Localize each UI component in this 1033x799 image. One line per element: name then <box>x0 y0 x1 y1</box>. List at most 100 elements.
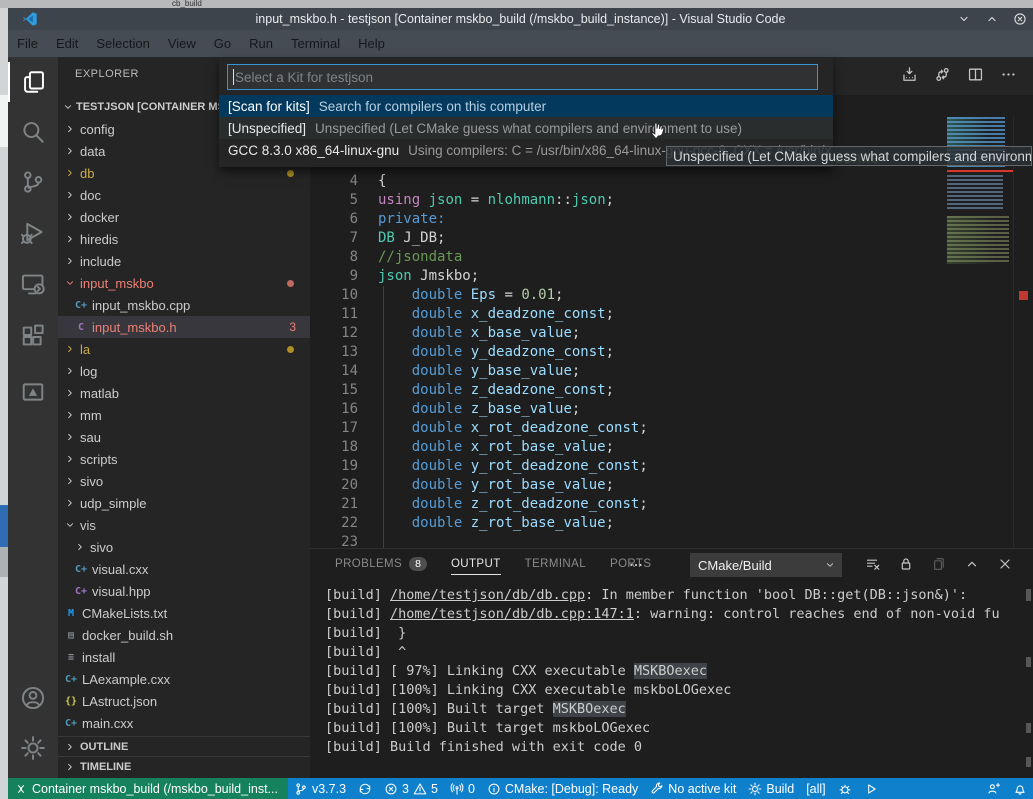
tree-file-input_mskbo.h[interactable]: Cinput_mskbo.h 3 <box>58 316 310 338</box>
tree-folder-udp_simple[interactable]: udp_simple <box>58 492 310 514</box>
minimize-button[interactable] <box>957 12 971 26</box>
more-panel-tabs-icon[interactable] <box>628 557 644 573</box>
status-remote-indicator[interactable]: Container mskbo_build (/mskbo_build_inst… <box>8 778 288 799</box>
code-line: 19 double y_rot_deadzone_const; <box>310 457 950 476</box>
tree-file-docker_build.sh[interactable]: ▤ docker_build.sh <box>58 624 310 646</box>
background-window-title: cb_build <box>172 0 202 8</box>
tree-file-visual.cxx[interactable]: C+ visual.cxx <box>58 558 310 580</box>
output-file-link[interactable]: /home/testjson/db/db.cpp <box>390 587 585 603</box>
menu-edit[interactable]: Edit <box>47 36 87 51</box>
code-line: 10 double Eps = 0.01; <box>310 286 950 305</box>
tree-folder-hiredis[interactable]: hiredis <box>58 228 310 250</box>
tree-folder-sivo[interactable]: sivo <box>58 470 310 492</box>
tree-folder-docker[interactable]: docker <box>58 206 310 228</box>
status-sync[interactable] <box>352 778 378 799</box>
tree-folder-mm[interactable]: mm <box>58 404 310 426</box>
tree-file-CMakeLists.txt[interactable]: M CMakeLists.txt <box>58 602 310 624</box>
tree-folder-log[interactable]: log <box>58 360 310 382</box>
background-fragment <box>0 505 8 547</box>
maximize-panel-icon[interactable] <box>964 556 980 572</box>
activity-manage[interactable] <box>8 728 58 768</box>
quick-pick-item[interactable]: [Scan for kits] Search for compilers on t… <box>219 95 833 117</box>
line-number: 20 <box>341 477 358 493</box>
sidebar-title: EXPLORER <box>75 68 139 80</box>
line-number: 16 <box>341 401 358 417</box>
close-button[interactable] <box>1013 12 1027 26</box>
tree-item-label: udp_simple <box>80 495 147 511</box>
panel-scrollbar-mark <box>1026 723 1031 733</box>
quick-pick-input[interactable]: Select a Kit for testjson <box>227 64 818 90</box>
activity-extensions[interactable] <box>8 316 58 356</box>
output-file-link[interactable]: /home/testjson/db/db.cpp:147:1 <box>390 606 634 622</box>
menu-terminal[interactable]: Terminal <box>282 36 349 51</box>
tree-folder-matlab[interactable]: matlab <box>58 382 310 404</box>
tree-file-main.cxx[interactable]: C+ main.cxx <box>58 712 310 734</box>
output-channel-select[interactable]: CMake/Build <box>690 553 842 577</box>
output-line: [build] [100%] Built target MSKBOexec <box>325 701 626 717</box>
status-notifications[interactable] <box>1007 778 1033 799</box>
status-run-launch[interactable] <box>858 778 884 799</box>
tree-item-label: install <box>82 649 116 665</box>
status-feedback[interactable] <box>981 778 1007 799</box>
tree-folder-doc[interactable]: doc <box>58 184 310 206</box>
menu-help[interactable]: Help <box>349 36 394 51</box>
switch-header-source-icon[interactable] <box>934 66 951 83</box>
split-editor-icon[interactable] <box>967 66 984 83</box>
status-git-checkout[interactable]: v3.7.3 <box>288 778 352 799</box>
overview-ruler-error-mark <box>1019 291 1028 300</box>
chevron-right-icon <box>72 541 88 553</box>
tree-item-label: data <box>80 143 106 159</box>
activity-remote-explorer[interactable] <box>8 264 58 304</box>
activity-source-control[interactable] <box>8 162 58 202</box>
outline-section[interactable]: OUTLINE <box>58 736 310 757</box>
tree-folder-input_mskbo[interactable]: input_mskbo <box>58 272 310 294</box>
run-build-task-icon[interactable] <box>901 66 918 83</box>
tree-item-label: LAstruct.json <box>82 693 158 709</box>
timeline-section[interactable]: TIMELINE <box>58 756 310 777</box>
tree-folder-vis[interactable]: vis <box>58 514 310 536</box>
tree-folder-sau[interactable]: sau <box>58 426 310 448</box>
menu-run[interactable]: Run <box>240 36 282 51</box>
tree-item-label: doc <box>80 187 101 203</box>
activity-cmake-tools[interactable] <box>8 372 58 412</box>
status-cmake-status[interactable]: CMake: [Debug]: Ready <box>481 778 644 799</box>
activity-run-and-debug[interactable] <box>8 212 58 252</box>
minimap-block <box>947 216 1009 264</box>
tree-folder-sivo[interactable]: sivo <box>58 536 310 558</box>
output-line: [build] } <box>325 625 407 641</box>
status-ports-forwarded[interactable]: 0 <box>444 778 481 799</box>
tree-folder-include[interactable]: include <box>58 250 310 272</box>
more-editor-actions-icon[interactable] <box>1000 66 1017 83</box>
status-build-target[interactable]: [all] <box>800 778 831 799</box>
panel-tab-problems[interactable]: PROBLEMS 8 <box>335 557 427 575</box>
tree-folder-la[interactable]: la <box>58 338 310 360</box>
tree-file-visual.hpp[interactable]: C+ visual.hpp <box>58 580 310 602</box>
quick-pick-item[interactable]: [Unspecified] Unspecified (Let CMake gues… <box>219 117 833 139</box>
chevron-right-icon <box>62 453 78 465</box>
status-debug-launch[interactable] <box>832 778 858 799</box>
activity-accounts[interactable] <box>8 678 58 718</box>
tree-file-LAstruct.json[interactable]: {} LAstruct.json <box>58 690 310 712</box>
activity-search[interactable] <box>8 112 58 152</box>
menu-view[interactable]: View <box>159 36 205 51</box>
maximize-button[interactable] <box>985 12 999 26</box>
tree-file-install[interactable]: ≡ install <box>58 646 310 668</box>
status-bar-right <box>981 778 1033 799</box>
tree-file-LAexample.cxx[interactable]: C+ LAexample.cxx <box>58 668 310 690</box>
tree-file-input_mskbo.cpp[interactable]: C+ input_mskbo.cpp <box>58 294 310 316</box>
quick-pick-item-label: [Scan for kits] <box>228 98 310 114</box>
clear-output-icon[interactable] <box>865 556 881 572</box>
tree-folder-scripts[interactable]: scripts <box>58 448 310 470</box>
toggle-auto-scrolling-icon[interactable] <box>898 556 914 572</box>
menu-file[interactable]: File <box>8 36 47 51</box>
status-problems[interactable]: 35 <box>378 778 444 799</box>
activity-explorer[interactable] <box>8 62 60 102</box>
menu-go[interactable]: Go <box>205 36 240 51</box>
menu-selection[interactable]: Selection <box>87 36 158 51</box>
close-panel-icon[interactable] <box>997 556 1013 572</box>
panel-tab-terminal[interactable]: TERMINAL <box>525 558 586 574</box>
status-cmake-build[interactable]: Build <box>742 778 800 799</box>
chevron-right-icon <box>62 497 78 509</box>
status-active-kit[interactable]: No active kit <box>644 778 742 799</box>
panel-tab-output[interactable]: OUTPUT <box>450 558 501 575</box>
